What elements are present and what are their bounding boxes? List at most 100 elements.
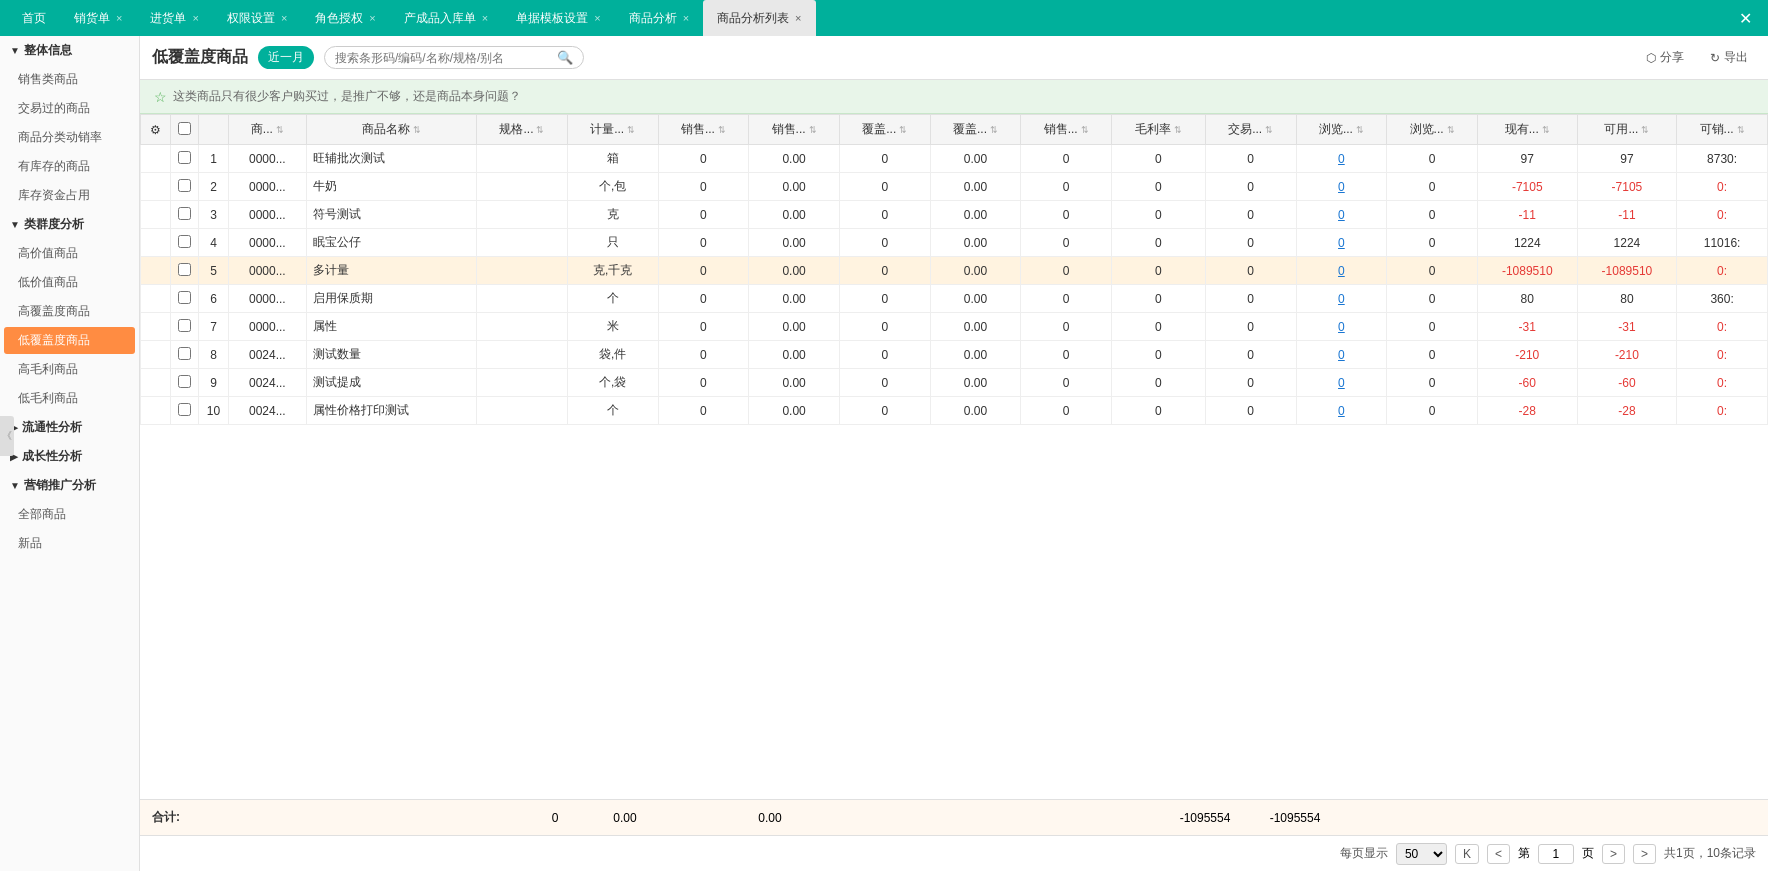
td-checkbox[interactable] — [171, 201, 199, 229]
close-icon[interactable]: × — [594, 12, 600, 24]
browse-link[interactable]: 0 — [1338, 320, 1345, 334]
th-settings[interactable]: ⚙ — [141, 115, 171, 145]
next-page-button[interactable]: > — [1602, 844, 1625, 864]
sidebar-group-cluster[interactable]: ▼ 类群度分析 — [0, 210, 139, 239]
close-icon[interactable]: × — [281, 12, 287, 24]
sidebar-item-traded-goods[interactable]: 交易过的商品 — [0, 94, 139, 123]
sidebar-group-growth[interactable]: ▶ 成长性分析 — [0, 442, 139, 471]
th-browse2[interactable]: 浏览... ⇅ — [1387, 115, 1478, 145]
browse-link[interactable]: 0 — [1338, 376, 1345, 390]
close-icon[interactable]: × — [192, 12, 198, 24]
td-checkbox[interactable] — [171, 341, 199, 369]
th-cover1[interactable]: 覆盖... ⇅ — [839, 115, 930, 145]
close-icon[interactable]: × — [683, 12, 689, 24]
browse-link[interactable]: 0 — [1338, 236, 1345, 250]
row-checkbox[interactable] — [178, 263, 191, 276]
th-name[interactable]: 商品名称 ⇅ — [306, 115, 476, 145]
th-spec[interactable]: 规格... ⇅ — [477, 115, 568, 145]
th-cover2[interactable]: 覆盖... ⇅ — [930, 115, 1021, 145]
sidebar-item-high-coverage[interactable]: 高覆盖度商品 — [0, 297, 139, 326]
td-browse1[interactable]: 0 — [1296, 341, 1387, 369]
select-all-checkbox[interactable] — [178, 122, 191, 135]
row-checkbox[interactable] — [178, 347, 191, 360]
nav-tab-purchase[interactable]: 进货单 × — [136, 0, 212, 36]
sidebar-item-low-coverage[interactable]: 低覆盖度商品 — [4, 327, 135, 354]
settings-icon[interactable]: ⚙ — [150, 123, 161, 137]
sidebar-group-liquidity[interactable]: ▶ 流通性分析 — [0, 413, 139, 442]
td-checkbox[interactable] — [171, 257, 199, 285]
th-sales-qty[interactable]: 销售... ⇅ — [658, 115, 749, 145]
th-saleable[interactable]: 可销... ⇅ — [1677, 115, 1768, 145]
td-browse1[interactable]: 0 — [1296, 145, 1387, 173]
row-checkbox[interactable] — [178, 151, 191, 164]
browse-link[interactable]: 0 — [1338, 152, 1345, 166]
td-checkbox[interactable] — [171, 173, 199, 201]
td-browse1[interactable]: 0 — [1296, 229, 1387, 257]
td-checkbox[interactable] — [171, 369, 199, 397]
table-container[interactable]: ⚙ 商... ⇅ — [140, 114, 1768, 799]
search-box[interactable]: 🔍 — [324, 46, 584, 69]
close-icon[interactable]: × — [369, 12, 375, 24]
th-gross-rate[interactable]: 毛利率 ⇅ — [1112, 115, 1206, 145]
browse-link[interactable]: 0 — [1338, 208, 1345, 222]
sidebar-item-high-margin[interactable]: 高毛利商品 — [0, 355, 139, 384]
row-checkbox[interactable] — [178, 319, 191, 332]
row-checkbox[interactable] — [178, 291, 191, 304]
td-checkbox[interactable] — [171, 313, 199, 341]
nav-tab-goods-analysis-list[interactable]: 商品分析列表 × — [703, 0, 815, 36]
browse-link[interactable]: 0 — [1338, 264, 1345, 278]
th-unit[interactable]: 计量... ⇅ — [567, 115, 658, 145]
close-icon[interactable]: × — [482, 12, 488, 24]
sidebar-item-sales-goods[interactable]: 销售类商品 — [0, 65, 139, 94]
prev-page-button[interactable]: < — [1487, 844, 1510, 864]
per-page-select[interactable]: 50 20 100 — [1396, 843, 1447, 865]
td-browse1[interactable]: 0 — [1296, 397, 1387, 425]
row-checkbox[interactable] — [178, 375, 191, 388]
nav-tab-template[interactable]: 单据模板设置 × — [502, 0, 614, 36]
th-trans[interactable]: 交易... ⇅ — [1205, 115, 1296, 145]
th-sales-days[interactable]: 销售... ⇅ — [1021, 115, 1112, 145]
export-button[interactable]: ↻ 导出 — [1702, 46, 1756, 69]
td-checkbox[interactable] — [171, 229, 199, 257]
th-browse1[interactable]: 浏览... ⇅ — [1296, 115, 1387, 145]
close-icon[interactable]: × — [116, 12, 122, 24]
td-browse1[interactable]: 0 — [1296, 369, 1387, 397]
browse-link[interactable]: 0 — [1338, 348, 1345, 362]
nav-tab-roles[interactable]: 角色授权 × — [301, 0, 389, 36]
browse-link[interactable]: 0 — [1338, 292, 1345, 306]
td-browse1[interactable]: 0 — [1296, 201, 1387, 229]
browse-link[interactable]: 0 — [1338, 180, 1345, 194]
sidebar-item-new-goods[interactable]: 新品 — [0, 529, 139, 558]
window-close-button[interactable]: ✕ — [1731, 5, 1760, 32]
sidebar-item-stock-goods[interactable]: 有库存的商品 — [0, 152, 139, 181]
th-checkbox[interactable] — [171, 115, 199, 145]
sidebar-item-stock-capital[interactable]: 库存资金占用 — [0, 181, 139, 210]
td-checkbox[interactable] — [171, 145, 199, 173]
sidebar-item-low-margin[interactable]: 低毛利商品 — [0, 384, 139, 413]
td-browse1[interactable]: 0 — [1296, 257, 1387, 285]
sidebar-group-overall[interactable]: ▼ 整体信息 — [0, 36, 139, 65]
sidebar-collapse-button[interactable]: 《 — [0, 416, 14, 456]
th-code[interactable]: 商... ⇅ — [229, 115, 307, 145]
th-current-stock[interactable]: 现有... ⇅ — [1477, 115, 1577, 145]
nav-tab-home[interactable]: 首页 — [8, 0, 60, 36]
sidebar-item-all-goods[interactable]: 全部商品 — [0, 500, 139, 529]
row-checkbox[interactable] — [178, 179, 191, 192]
sidebar-item-low-value[interactable]: 低价值商品 — [0, 268, 139, 297]
first-page-button[interactable]: K — [1455, 844, 1479, 864]
th-sales-amt[interactable]: 销售... ⇅ — [749, 115, 840, 145]
share-button[interactable]: ⬡ 分享 — [1638, 46, 1692, 69]
row-checkbox[interactable] — [178, 403, 191, 416]
td-checkbox[interactable] — [171, 397, 199, 425]
nav-tab-permissions[interactable]: 权限设置 × — [213, 0, 301, 36]
td-browse1[interactable]: 0 — [1296, 313, 1387, 341]
sidebar-item-category-rate[interactable]: 商品分类动销率 — [0, 123, 139, 152]
td-browse1[interactable]: 0 — [1296, 173, 1387, 201]
page-number-input[interactable] — [1538, 844, 1574, 864]
sidebar-item-high-value[interactable]: 高价值商品 — [0, 239, 139, 268]
td-browse1[interactable]: 0 — [1296, 285, 1387, 313]
sidebar-group-marketing[interactable]: ▼ 营销推广分析 — [0, 471, 139, 500]
nav-tab-production[interactable]: 产成品入库单 × — [390, 0, 502, 36]
td-checkbox[interactable] — [171, 285, 199, 313]
close-icon[interactable]: × — [795, 12, 801, 24]
